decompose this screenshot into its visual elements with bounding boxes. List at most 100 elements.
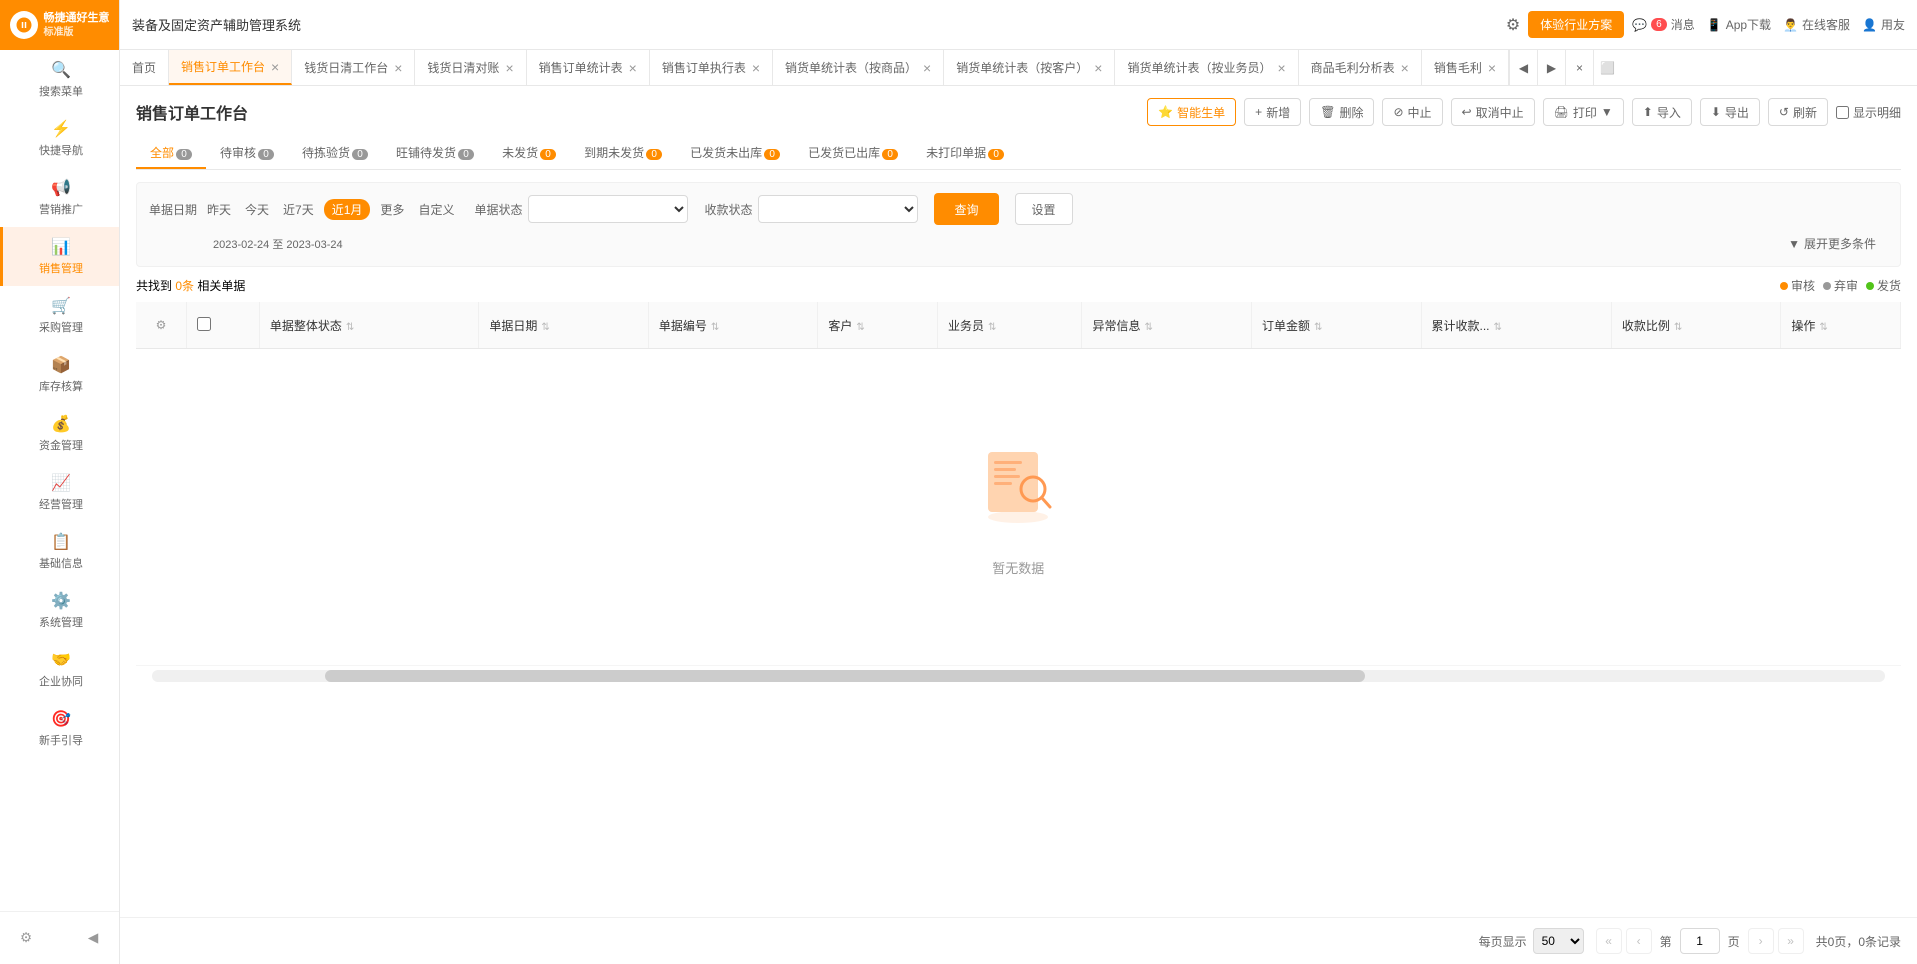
online-service-btn[interactable]: 👨‍💼 在线客服: [1783, 16, 1850, 33]
sub-tab-shipped-not-in[interactable]: 已发货未出库0: [676, 138, 794, 169]
sort-icon-ratio[interactable]: ⇅: [1674, 322, 1682, 333]
sub-tab-overdue-not-shipped[interactable]: 到期未发货0: [570, 138, 676, 169]
sub-tab-wangpu-ship[interactable]: 旺铺待发货0: [382, 138, 488, 169]
table-action-弃审[interactable]: 弃审: [1823, 277, 1858, 294]
tab-close-sales-customer[interactable]: ×: [1094, 61, 1102, 75]
settings-col-icon[interactable]: ⚙: [146, 310, 176, 340]
per-page-select[interactable]: 10 20 50 100: [1533, 928, 1584, 954]
tab-close-cash-reconcile[interactable]: ×: [505, 61, 513, 75]
sidebar-item-search[interactable]: 🔍搜索菜单: [0, 50, 119, 109]
sort-icon-collected[interactable]: ⇅: [1494, 322, 1502, 333]
table-action-审核[interactable]: 审核: [1780, 277, 1815, 294]
tab-close-sales-extra[interactable]: ×: [1488, 61, 1496, 75]
tab-close-gross-profit[interactable]: ×: [1401, 61, 1409, 75]
sort-icon-status[interactable]: ⇅: [346, 322, 354, 333]
th-settings[interactable]: ⚙: [136, 302, 187, 349]
tab-cash-daily[interactable]: 钱货日清工作台×: [292, 50, 415, 85]
sub-tab-shipped-in[interactable]: 已发货已出库0: [794, 138, 912, 169]
collapse-btn[interactable]: ◀: [75, 920, 111, 956]
print-btn[interactable]: 🖨 打印 ▼: [1543, 98, 1624, 126]
tab-home[interactable]: 首页: [120, 50, 169, 85]
tab-close-sales-product[interactable]: ×: [923, 61, 931, 75]
sidebar-item-guide[interactable]: 🎯新手引导: [0, 699, 119, 758]
display-detail-label[interactable]: 显示明细: [1836, 104, 1901, 121]
date-option-自定义[interactable]: 自定义: [414, 199, 458, 220]
tab-close-sales-exec[interactable]: ×: [752, 61, 760, 75]
tab-sales-order-workbench[interactable]: 销售订单工作台×: [169, 50, 292, 85]
tab-sales-staff[interactable]: 销货单统计表（按业务员）×: [1115, 50, 1298, 85]
sub-tab-not-printed[interactable]: 未打印单据0: [912, 138, 1018, 169]
date-option-昨天[interactable]: 昨天: [203, 199, 235, 220]
refresh-btn[interactable]: ↺ 刷新: [1768, 98, 1828, 126]
tab-close-sales-stat[interactable]: ×: [629, 61, 637, 75]
tab-sales-stat[interactable]: 销售订单统计表×: [527, 50, 650, 85]
query-btn[interactable]: 查询: [934, 193, 998, 225]
tab-sales-customer[interactable]: 销货单统计表（按客户）×: [944, 50, 1115, 85]
sidebar-item-sales[interactable]: 📊销售管理: [0, 227, 119, 286]
delete-btn[interactable]: 🗑 删除: [1309, 98, 1374, 126]
sidebar-item-marketing[interactable]: 📢营销推广: [0, 168, 119, 227]
sidebar-item-quick[interactable]: ⚡快捷导航: [0, 109, 119, 168]
expand-btn[interactable]: ▼ 展开更多条件: [1776, 231, 1888, 256]
experience-btn[interactable]: 体验行业方案: [1528, 11, 1624, 38]
user-btn[interactable]: 👤 用友: [1862, 16, 1905, 33]
sort-icon-amount[interactable]: ⇅: [1314, 322, 1322, 333]
tab-close-sales-staff[interactable]: ×: [1277, 61, 1285, 75]
payment-select[interactable]: [758, 195, 918, 223]
select-all-checkbox[interactable]: [197, 317, 211, 331]
first-page-btn[interactable]: «: [1596, 928, 1622, 954]
sort-icon-number[interactable]: ⇅: [711, 322, 719, 333]
status-select[interactable]: [528, 195, 688, 223]
prev-page-btn[interactable]: ‹: [1626, 928, 1652, 954]
maximize-tab[interactable]: ⬜: [1593, 50, 1621, 86]
page-input[interactable]: [1680, 928, 1720, 954]
scroll-bar[interactable]: [152, 670, 1885, 682]
tab-sales-product[interactable]: 销货单统计表（按商品）×: [773, 50, 944, 85]
set-btn[interactable]: 设置: [1015, 193, 1073, 225]
sidebar-item-finance[interactable]: 💰资金管理: [0, 404, 119, 463]
sub-tab-pending-verify[interactable]: 待拣验货0: [288, 138, 382, 169]
sort-icon-date[interactable]: ⇅: [541, 322, 549, 333]
tab-cash-reconcile[interactable]: 钱货日清对账×: [415, 50, 526, 85]
sort-icon-customer[interactable]: ⇅: [856, 322, 864, 333]
scroll-tabs-left[interactable]: ◀: [1509, 50, 1537, 86]
sidebar-item-operation[interactable]: 📈经营管理: [0, 463, 119, 522]
import-btn[interactable]: ⬆ 导入: [1632, 98, 1692, 126]
sub-tab-not-shipped[interactable]: 未发货0: [488, 138, 570, 169]
tab-close-sales-order-workbench[interactable]: ×: [271, 60, 279, 74]
sort-icon-staff[interactable]: ⇅: [988, 322, 996, 333]
tab-close-cash-daily[interactable]: ×: [394, 61, 402, 75]
add-btn[interactable]: + 新增: [1244, 98, 1301, 126]
settings-bottom-btn[interactable]: ⚙: [8, 920, 44, 956]
sort-icon-action[interactable]: ⇅: [1819, 322, 1827, 333]
sidebar-item-inventory[interactable]: 📦库存核算: [0, 345, 119, 404]
sidebar-item-enterprise[interactable]: 🤝企业协同: [0, 640, 119, 699]
export-btn[interactable]: ⬇ 导出: [1700, 98, 1760, 126]
date-option-近1月[interactable]: 近1月: [324, 199, 371, 220]
settings-icon-btn[interactable]: ⚙: [1506, 15, 1520, 35]
date-option-更多[interactable]: 更多: [376, 199, 408, 220]
sidebar-item-system[interactable]: ⚙️系统管理: [0, 581, 119, 640]
sidebar-item-basic[interactable]: 📋基础信息: [0, 522, 119, 581]
smart-gen-btn[interactable]: ⭐ 智能生单: [1147, 98, 1236, 126]
close-tab[interactable]: ×: [1565, 50, 1593, 86]
date-option-近7天[interactable]: 近7天: [279, 199, 318, 220]
cancel-stop-btn[interactable]: ↩ 取消中止: [1451, 98, 1535, 126]
sub-tab-pending-review[interactable]: 待审核0: [206, 138, 288, 169]
scroll-tabs-right[interactable]: ▶: [1537, 50, 1565, 86]
table-action-发货[interactable]: 发货: [1866, 277, 1901, 294]
date-option-今天[interactable]: 今天: [241, 199, 273, 220]
sort-icon-exception[interactable]: ⇅: [1144, 322, 1152, 333]
tab-gross-profit[interactable]: 商品毛利分析表×: [1299, 50, 1422, 85]
tab-sales-exec[interactable]: 销售订单执行表×: [650, 50, 773, 85]
stop-btn[interactable]: ⊘ 中止: [1382, 98, 1442, 126]
tab-sales-extra[interactable]: 销售毛利×: [1422, 50, 1509, 85]
next-page-btn[interactable]: ›: [1748, 928, 1774, 954]
last-page-btn[interactable]: »: [1778, 928, 1804, 954]
app-download-btn[interactable]: 📱 App下载: [1707, 16, 1771, 33]
display-detail-checkbox[interactable]: [1836, 106, 1849, 119]
scroll-thumb[interactable]: [325, 670, 1365, 682]
sidebar-item-purchase[interactable]: 🛒采购管理: [0, 286, 119, 345]
sub-tab-all[interactable]: 全部0: [136, 138, 206, 169]
message-btn[interactable]: 💬 6 消息: [1632, 16, 1695, 33]
